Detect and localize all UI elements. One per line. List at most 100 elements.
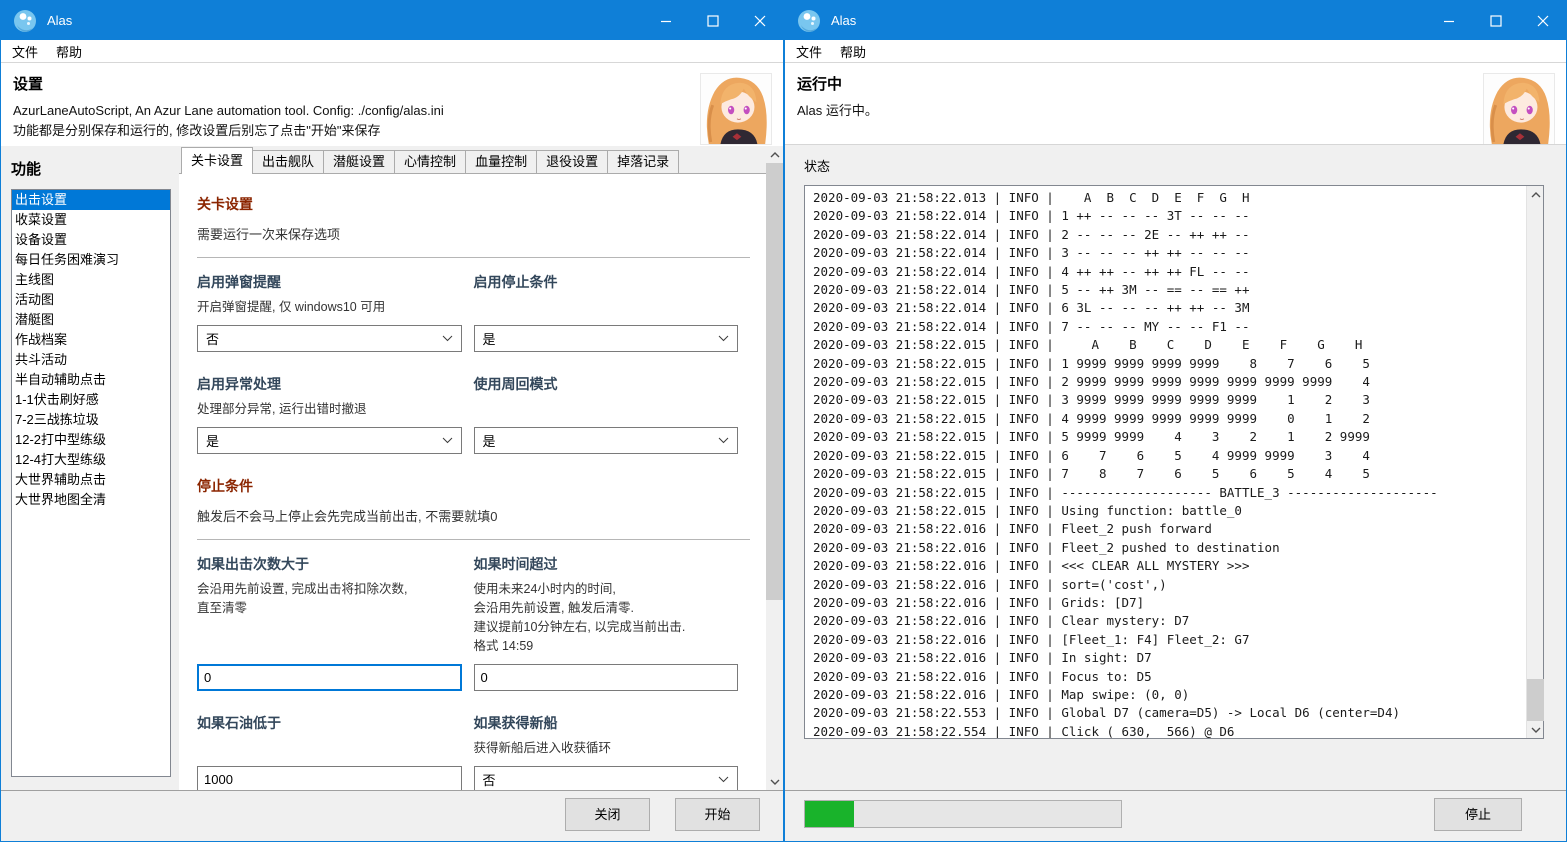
menu-help[interactable]: 帮助 xyxy=(47,40,91,62)
sidebar-item[interactable]: 大世界辅助点击 xyxy=(12,470,170,490)
attack-count-input[interactable] xyxy=(197,664,462,691)
sidebar-item[interactable]: 半自动辅助点击 xyxy=(12,370,170,390)
sidebar-item[interactable]: 7-2三战拣垃圾 xyxy=(12,410,170,430)
loop-mode-select[interactable]: 是 xyxy=(474,427,739,454)
settings-content: 关卡设置出击舰队潜艇设置心情控制血量控制退役设置掉落记录 关卡设置 需要运行一次… xyxy=(179,146,783,790)
scrollbar-up-icon[interactable] xyxy=(1527,186,1544,203)
settings-footer: 关闭 开始 xyxy=(1,790,783,841)
field-label: 如果出击次数大于 xyxy=(197,554,462,574)
menu-help[interactable]: 帮助 xyxy=(831,40,875,62)
tab[interactable]: 潜艇设置 xyxy=(323,150,395,173)
select-value: 是 xyxy=(483,431,496,450)
tab[interactable]: 掉落记录 xyxy=(607,150,679,173)
sidebar-heading: 功能 xyxy=(11,158,171,179)
status-area: 状态 2020-09-03 21:58:22.013 | INFO | A B … xyxy=(785,144,1566,790)
page-subtitle-2: 功能都是分别保存和运行的, 修改设置后别忘了点击"开始"来保存 xyxy=(13,121,771,141)
sidebar-item[interactable]: 每日任务困难演习 xyxy=(12,250,170,270)
select-value: 否 xyxy=(483,770,496,789)
sidebar-item[interactable]: 1-1伏击刷好感 xyxy=(12,390,170,410)
tab[interactable]: 出击舰队 xyxy=(252,150,324,173)
field-stop-condition: 启用停止条件 是 xyxy=(474,272,739,352)
tab[interactable]: 关卡设置 xyxy=(181,147,253,174)
settings-window: Alas 文件 帮助 设置 AzurLaneAutoScript, An Azu… xyxy=(0,0,784,842)
titlebar: Alas xyxy=(1,1,783,40)
chevron-down-icon xyxy=(442,335,453,342)
close-button[interactable]: 关闭 xyxy=(565,798,650,831)
window-title: Alas xyxy=(47,13,72,28)
page-header: 运行中 Alas 运行中。 xyxy=(785,63,1566,145)
field-desc: 处理部分异常, 运行出错时撤退 xyxy=(197,400,462,419)
minimize-button[interactable] xyxy=(1425,1,1472,40)
menu-file[interactable]: 文件 xyxy=(3,40,47,62)
sidebar-item[interactable]: 共斗活动 xyxy=(12,350,170,370)
section-desc-stage: 需要运行一次来保存选项 xyxy=(197,224,750,243)
app-logo-icon xyxy=(797,9,821,33)
stop-condition-select[interactable]: 是 xyxy=(474,325,739,352)
sidebar-item[interactable]: 出击设置 xyxy=(12,190,170,210)
progress-fill xyxy=(805,801,854,827)
field-label: 如果石油低于 xyxy=(197,713,462,733)
field-label: 启用弹窗提醒 xyxy=(197,272,462,292)
scrollbar-down-icon[interactable] xyxy=(766,773,783,790)
field-desc: 会沿用先前设置, 完成出击将扣除次数, 直至清零 xyxy=(197,580,462,618)
sidebar-item[interactable]: 12-4打大型练级 xyxy=(12,450,170,470)
settings-scrollbar[interactable] xyxy=(766,146,783,790)
sidebar-item[interactable]: 潜艇图 xyxy=(12,310,170,330)
field-desc: 使用未来24小时内的时间, 会沿用先前设置, 触发后清零. 建议提前10分钟左右… xyxy=(474,580,739,656)
window-title: Alas xyxy=(831,13,856,28)
scrollbar-down-icon[interactable] xyxy=(1527,721,1544,738)
field-popup-alert: 启用弹窗提醒 开启弹窗提醒, 仅 windows10 可用 否 xyxy=(197,272,462,352)
close-window-button[interactable] xyxy=(736,1,783,40)
scrollbar-up-icon[interactable] xyxy=(766,146,783,163)
sidebar-item[interactable]: 12-2打中型练级 xyxy=(12,430,170,450)
close-window-button[interactable] xyxy=(1519,1,1566,40)
page-header: 设置 AzurLaneAutoScript, An Azur Lane auto… xyxy=(1,63,783,145)
field-desc: 获得新船后进入收获循环 xyxy=(474,739,739,758)
popup-alert-select[interactable]: 否 xyxy=(197,325,462,352)
avatar xyxy=(700,73,772,145)
field-label: 如果时间超过 xyxy=(474,554,739,574)
sidebar-item[interactable]: 大世界地图全清 xyxy=(12,490,170,510)
field-desc: 开启弹窗提醒, 仅 windows10 可用 xyxy=(197,298,462,317)
chevron-down-icon xyxy=(718,437,729,444)
maximize-button[interactable] xyxy=(1472,1,1519,40)
start-button[interactable]: 开始 xyxy=(675,798,760,831)
stop-button[interactable]: 停止 xyxy=(1434,798,1522,831)
sidebar-item[interactable]: 主线图 xyxy=(12,270,170,290)
tab[interactable]: 血量控制 xyxy=(465,150,537,173)
scrollbar-thumb[interactable] xyxy=(766,163,783,600)
field-exception-handle: 启用异常处理 处理部分异常, 运行出错时撤退 是 xyxy=(197,374,462,454)
menubar: 文件 帮助 xyxy=(1,40,783,63)
sidebar-item[interactable]: 作战档案 xyxy=(12,330,170,350)
scrollbar-thumb[interactable] xyxy=(1527,679,1544,721)
field-oil-limit: 如果石油低于 xyxy=(197,713,462,790)
minimize-button[interactable] xyxy=(642,1,689,40)
field-attack-count: 如果出击次数大于 会沿用先前设置, 完成出击将扣除次数, 直至清零 xyxy=(197,554,462,691)
chevron-down-icon xyxy=(718,335,729,342)
page-subtitle-1: AzurLaneAutoScript, An Azur Lane automat… xyxy=(13,101,771,121)
new-ship-select[interactable]: 否 xyxy=(474,766,739,790)
field-loop-mode: 使用周回模式 是 xyxy=(474,374,739,454)
field-time-limit: 如果时间超过 使用未来24小时内的时间, 会沿用先前设置, 触发后清零. 建议提… xyxy=(474,554,739,691)
sidebar-item[interactable]: 设备设置 xyxy=(12,230,170,250)
progress-bar xyxy=(804,800,1122,828)
field-label: 启用停止条件 xyxy=(474,272,739,292)
sidebar-item[interactable]: 活动图 xyxy=(12,290,170,310)
maximize-button[interactable] xyxy=(689,1,736,40)
running-window: Alas 文件 帮助 运行中 Alas 运行中。 xyxy=(784,0,1567,842)
sidebar-item[interactable]: 收菜设置 xyxy=(12,210,170,230)
menubar: 文件 帮助 xyxy=(785,40,1566,63)
chevron-down-icon xyxy=(718,776,729,783)
section-title-stop: 停止条件 xyxy=(197,476,750,496)
time-limit-input[interactable] xyxy=(474,664,739,691)
chevron-down-icon xyxy=(442,437,453,444)
menu-file[interactable]: 文件 xyxy=(787,40,831,62)
exception-handle-select[interactable]: 是 xyxy=(197,427,462,454)
oil-limit-input[interactable] xyxy=(197,766,462,790)
log-scrollbar[interactable] xyxy=(1526,186,1543,738)
select-value: 是 xyxy=(206,431,219,450)
tab[interactable]: 心情控制 xyxy=(394,150,466,173)
field-label: 如果获得新船 xyxy=(474,713,739,733)
sidebar: 功能 出击设置收菜设置设备设置每日任务困难演习主线图活动图潜艇图作战档案共斗活动… xyxy=(1,146,179,790)
tab[interactable]: 退役设置 xyxy=(536,150,608,173)
